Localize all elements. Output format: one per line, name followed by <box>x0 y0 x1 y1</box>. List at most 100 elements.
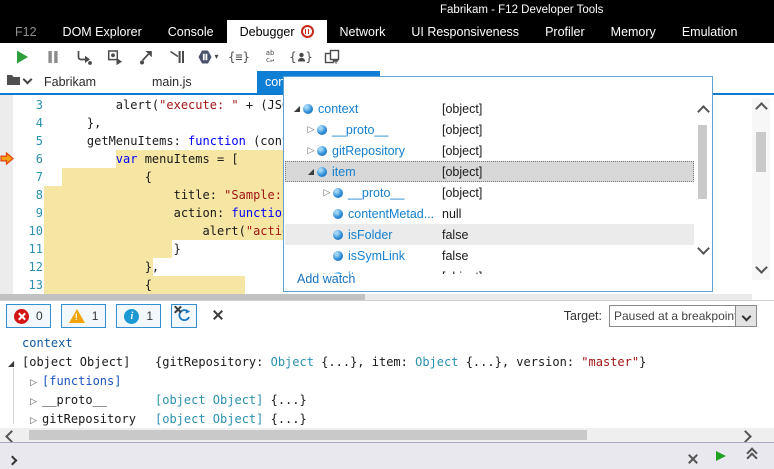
scrollbar-thumb[interactable] <box>29 430 587 440</box>
scroll-left-icon[interactable] <box>5 430 18 443</box>
format-code-icon: {≡} <box>228 50 250 64</box>
target-section: Target: Paused at a breakpoint <box>564 305 757 327</box>
target-dropdown[interactable]: Paused at a breakpoint <box>609 305 757 327</box>
info-filter-button[interactable]: i 1 <box>116 304 161 328</box>
line-number: 9 <box>13 204 43 222</box>
result-value: [object Object] {...} <box>155 393 307 407</box>
tab-debugger[interactable]: Debugger <box>227 20 327 43</box>
step-out-button[interactable] <box>134 45 158 69</box>
info-count: 1 <box>146 309 153 323</box>
step-into-button[interactable] <box>103 45 127 69</box>
file-tab-label: Fabrikam <box>44 75 96 89</box>
line-number: 12 <box>13 258 43 276</box>
tab-profiler[interactable]: Profiler <box>532 20 598 43</box>
line-number: 5 <box>13 132 43 150</box>
tab-label: Profiler <box>545 25 585 39</box>
continue-button[interactable] <box>10 45 34 69</box>
tab-memory[interactable]: Memory <box>598 20 669 43</box>
watch-row-isSymLink[interactable]: isSymLinkfalse <box>285 245 694 266</box>
add-watch-link[interactable]: Add watch <box>297 272 355 286</box>
tab-dom-explorer[interactable]: DOM Explorer <box>50 20 155 43</box>
scroll-down-icon[interactable] <box>755 261 768 274</box>
watch-row-gitRepository[interactable]: ▷gitRepository[object] <box>285 140 694 161</box>
f12-developer-tools-window: Fabrikam - F12 Developer Tools F12DOM Ex… <box>0 0 774 469</box>
scroll-down-icon[interactable] <box>697 242 710 255</box>
tab-emulation[interactable]: Emulation <box>669 20 751 43</box>
object-icon <box>333 188 343 198</box>
code-text: var menuItems = [ <box>58 152 239 166</box>
tab-label: DOM Explorer <box>63 25 142 39</box>
current-breakpoint-icon[interactable] <box>0 152 14 170</box>
tab-ui-responsiveness[interactable]: UI Responsiveness <box>398 20 532 43</box>
console-input-row[interactable] <box>0 442 774 469</box>
just-my-code-button[interactable]: {} <box>289 45 313 69</box>
object-icon <box>333 209 343 219</box>
warnings-filter-button[interactable]: 1 <box>61 304 107 328</box>
step-over-button[interactable] <box>72 45 96 69</box>
clear-on-navigate-button[interactable] <box>171 304 197 328</box>
word-wrap-button[interactable]: abc↵ <box>258 45 282 69</box>
console-row--functions-[interactable]: ▷[functions] <box>0 372 774 391</box>
scrollbar-thumb[interactable] <box>756 132 766 172</box>
dropdown-button[interactable] <box>735 306 756 326</box>
watch-row-contentMetad-[interactable]: contentMetad...null <box>285 203 694 224</box>
code-text: getMenuItems: function (conte <box>58 134 296 148</box>
break-button[interactable] <box>41 45 65 69</box>
error-icon <box>14 309 29 324</box>
warning-count: 1 <box>92 309 99 323</box>
clear-console-button[interactable] <box>213 310 226 323</box>
console-row--proto-[interactable]: ▷__proto__[object Object] {...} <box>0 391 774 410</box>
property-value: false <box>442 228 468 242</box>
console-horizontal-scrollbar[interactable] <box>0 428 774 442</box>
watch-row-isFolder[interactable]: isFolderfalse <box>285 224 694 245</box>
property-value: [object] <box>442 165 482 179</box>
expand-arrow-icon[interactable]: ▷ <box>305 125 317 135</box>
toggle-source-maps-button[interactable] <box>320 45 344 69</box>
watch-row-context[interactable]: ◢context[object] <box>285 98 694 119</box>
tab-console[interactable]: Console <box>155 20 227 43</box>
line-number: 4 <box>13 114 43 132</box>
console-row--object-Object-[interactable]: ◢[object Object]{gitRepository: Object {… <box>0 353 774 372</box>
editor-vertical-scrollbar[interactable] <box>752 98 770 280</box>
step-out-icon <box>138 49 154 65</box>
folder-menu-button[interactable] <box>6 73 31 86</box>
scroll-up-icon[interactable] <box>697 105 710 118</box>
continue-icon <box>14 49 30 65</box>
collapse-arrow-icon[interactable]: ◢ <box>8 354 22 373</box>
expand-arrow-icon[interactable]: ▷ <box>305 146 317 156</box>
file-tab-fabrikam[interactable]: Fabrikam <box>36 71 136 93</box>
break-on-new-worker-button[interactable] <box>165 45 189 69</box>
scrollbar-thumb[interactable] <box>698 125 707 199</box>
clear-input-icon[interactable] <box>688 454 699 465</box>
collapse-arrow-icon[interactable]: ◢ <box>305 167 317 176</box>
property-name: __proto__ <box>332 123 388 137</box>
tab-label: UI Responsiveness <box>411 25 519 39</box>
popup-scrollbar[interactable] <box>695 105 710 255</box>
tab-f12[interactable]: F12 <box>2 20 50 43</box>
tab-network[interactable]: Network <box>327 20 399 43</box>
line-number: 10 <box>13 222 43 240</box>
expand-input-icon[interactable] <box>746 449 758 463</box>
code-text: title: "Sample: " <box>58 188 296 202</box>
file-tab-main-js[interactable]: main.js <box>144 71 236 93</box>
watch-row--proto-[interactable]: ▷__proto__[object] <box>285 119 694 140</box>
property-name: context <box>318 102 358 116</box>
watch-row-item[interactable]: ◢item[object] <box>285 161 694 182</box>
chevron-down-icon <box>741 311 751 321</box>
result-name: [functions] <box>42 372 155 391</box>
errors-filter-button[interactable]: 0 <box>6 304 51 328</box>
collapse-arrow-icon[interactable]: ◢ <box>291 104 303 113</box>
property-value: null <box>442 207 461 221</box>
debug-toolbar: ▾ {≡} abc↵ {} <box>0 43 774 70</box>
object-icon <box>317 125 327 135</box>
watch-popup: ◢ context [object] ▷__proto__[object] ▷gitRe… <box>283 76 713 292</box>
format-code-button[interactable]: {≡} <box>227 45 251 69</box>
expand-arrow-icon[interactable]: ▷ <box>321 188 333 198</box>
exception-settings-button[interactable]: ▾ <box>196 45 220 69</box>
break-icon <box>45 49 61 65</box>
console-row-gitRepository[interactable]: ▷gitRepository[object Object] {...} <box>0 410 774 429</box>
scroll-right-icon[interactable] <box>739 430 752 443</box>
run-script-icon[interactable] <box>716 451 726 461</box>
scroll-up-icon[interactable] <box>755 102 768 115</box>
watch-row--proto-[interactable]: ▷__proto__[object] <box>285 182 694 203</box>
